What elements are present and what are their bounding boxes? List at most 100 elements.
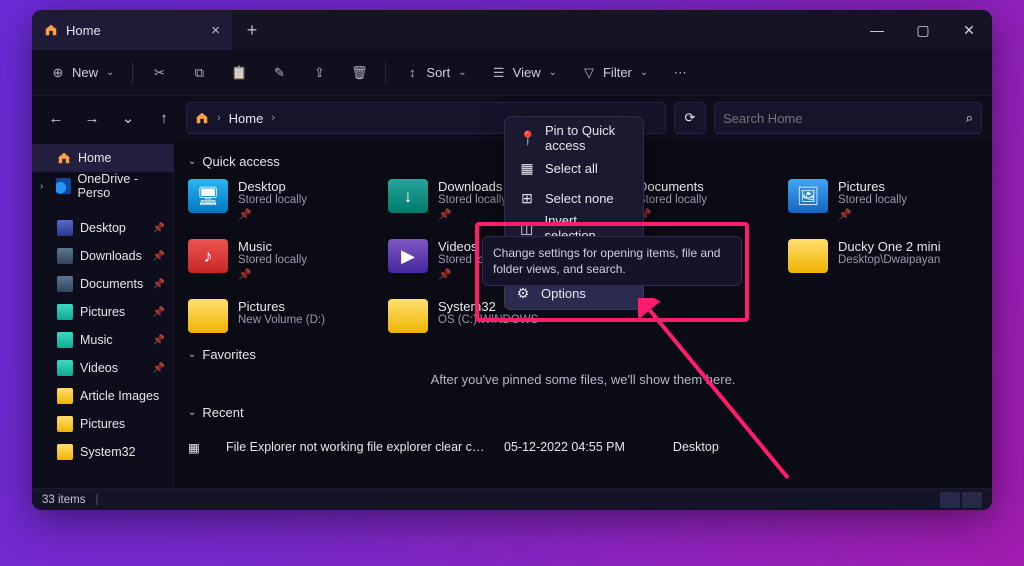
recent-locations-button[interactable]: ⌄ (114, 104, 142, 132)
forward-button[interactable]: → (78, 104, 106, 132)
sidebar-item-downloads[interactable]: Downloads📌 (32, 242, 173, 270)
sidebar-item-documents[interactable]: Documents📌 (32, 270, 173, 298)
quick-item-pictures-d[interactable]: Pictures New Volume (D:) (188, 299, 378, 333)
paste-button[interactable]: 📋 (221, 59, 257, 87)
options-tooltip: Change settings for opening items, file … (482, 236, 742, 286)
menu-label: Select none (545, 191, 614, 206)
chevron-right-icon[interactable]: › (40, 181, 49, 192)
chevron-down-icon: ⌄ (188, 407, 196, 418)
item-label: Documents (638, 179, 707, 194)
plus-circle-icon: ⊕ (50, 65, 66, 81)
sidebar-item-system32[interactable]: System32 (32, 438, 173, 466)
sidebar-item-label: System32 (80, 445, 136, 459)
filter-label: Filter (603, 65, 632, 80)
desktop-icon: 🖥 (188, 179, 228, 213)
menu-select-all[interactable]: ▦ Select all (511, 153, 637, 183)
item-sub: OS (C:)\WINDOWS (438, 314, 538, 326)
favorites-header[interactable]: ⌄ Favorites (188, 347, 978, 362)
sidebar-item-label: Music (80, 333, 113, 347)
maximize-button[interactable]: ▢ (900, 10, 946, 50)
pin-icon: 📌 (638, 208, 707, 221)
rename-button[interactable]: ✎ (261, 59, 297, 87)
sidebar-item-label: Article Images (80, 389, 159, 403)
search-box[interactable]: ⌕ (714, 102, 982, 134)
back-button[interactable]: ← (42, 104, 70, 132)
menu-label: Select all (545, 161, 598, 176)
tab-title: Home (66, 23, 101, 38)
menu-select-none[interactable]: ⊞ Select none (511, 183, 637, 213)
quick-item-music[interactable]: ♪ Music Stored locally 📌 (188, 239, 378, 281)
music-icon (57, 332, 73, 348)
more-button[interactable]: ⋯ (662, 59, 698, 87)
copy-button[interactable]: ⧉ (181, 59, 217, 87)
filter-button[interactable]: ▽ Filter (571, 59, 658, 87)
quick-item-pictures[interactable]: 🖼 Pictures Stored locally 📌 (788, 179, 978, 221)
thumbnails-view-button[interactable] (962, 492, 982, 508)
videos-icon (57, 360, 73, 376)
sort-button[interactable]: ↕ Sort (394, 59, 476, 87)
quick-item-desktop[interactable]: 🖥 Desktop Stored locally 📌 (188, 179, 378, 221)
view-button[interactable]: ☰ View (481, 59, 567, 87)
item-label: Pictures (838, 179, 907, 194)
share-button[interactable]: ⇪ (301, 59, 337, 87)
pin-icon: 📍 (519, 130, 535, 147)
sidebar-item-label: Videos (80, 361, 118, 375)
sidebar-item-music[interactable]: Music 📌 (32, 326, 173, 354)
sidebar-item-label: OneDrive - Perso (78, 172, 165, 200)
sidebar-item-label: Downloads (80, 249, 142, 263)
up-button[interactable]: ↑ (150, 104, 178, 132)
pictures-icon (57, 304, 73, 320)
sidebar-item-pictures[interactable]: Pictures📌 (32, 298, 173, 326)
new-tab-button[interactable]: + (232, 20, 272, 41)
copy-icon: ⧉ (191, 65, 207, 81)
home-icon (57, 151, 71, 165)
sidebar-item-pictures2[interactable]: Pictures (32, 410, 173, 438)
close-window-button[interactable]: ✕ (946, 10, 992, 50)
cut-button[interactable]: ✂ (141, 59, 177, 87)
minimize-button[interactable]: — (854, 10, 900, 50)
chevron-down-icon: ⌄ (188, 156, 196, 167)
invert-icon: ◫ (519, 220, 534, 237)
new-button[interactable]: ⊕ New (40, 59, 124, 87)
sidebar-item-desktop[interactable]: Desktop📌 (32, 214, 173, 242)
item-label: Downloads (438, 179, 507, 194)
sidebar-item-label: Desktop (80, 221, 126, 235)
close-tab-icon[interactable]: × (211, 22, 220, 39)
recent-row[interactable]: ▦ File Explorer not working file explore… (188, 430, 978, 464)
quick-item-ducky[interactable]: Ducky One 2 mini Desktop\Dwaipayan (788, 239, 978, 281)
section-label: Quick access (202, 154, 279, 169)
recent-header[interactable]: ⌄ Recent (188, 405, 978, 420)
search-input[interactable] (723, 111, 958, 126)
rename-icon: ✎ (271, 65, 287, 81)
share-icon: ⇪ (311, 65, 327, 81)
menu-pin-quick-access[interactable]: 📍 Pin to Quick access (511, 123, 637, 153)
refresh-button[interactable]: ⟳ (674, 102, 706, 134)
pin-icon: 📌 (438, 208, 507, 221)
sidebar-item-label: Home (78, 151, 111, 165)
item-label: Desktop (238, 179, 307, 194)
item-sub: Stored locally (438, 194, 507, 206)
downloads-icon (57, 248, 73, 264)
delete-button[interactable]: 🗑 (341, 59, 377, 87)
search-icon[interactable]: ⌕ (966, 110, 973, 126)
grid-icon: ▦ (519, 160, 535, 177)
favorites-hint: After you've pinned some files, we'll sh… (188, 372, 978, 387)
filter-icon: ▽ (581, 65, 597, 81)
chevron-right-icon: › (271, 112, 275, 124)
pin-icon: 📌 (838, 208, 907, 221)
sidebar-item-videos[interactable]: Videos📌 (32, 354, 173, 382)
sort-label: Sort (426, 65, 450, 80)
sidebar-item-onedrive[interactable]: › OneDrive - Perso (32, 172, 173, 200)
tab-home[interactable]: Home × (32, 10, 232, 50)
sidebar-item-article-images[interactable]: Article Images (32, 382, 173, 410)
folder-icon (388, 299, 428, 333)
refresh-icon: ⟳ (685, 110, 696, 126)
pictures-icon: 🖼 (788, 179, 828, 213)
downloads-icon: ↓ (388, 179, 428, 213)
item-label: Pictures (238, 299, 325, 314)
details-view-button[interactable] (940, 492, 960, 508)
pin-icon: 📌 (153, 335, 165, 346)
sidebar-item-home[interactable]: Home (32, 144, 173, 172)
recent-filename: File Explorer not working file explorer … (226, 440, 486, 454)
breadcrumb-home[interactable]: Home (229, 111, 264, 126)
